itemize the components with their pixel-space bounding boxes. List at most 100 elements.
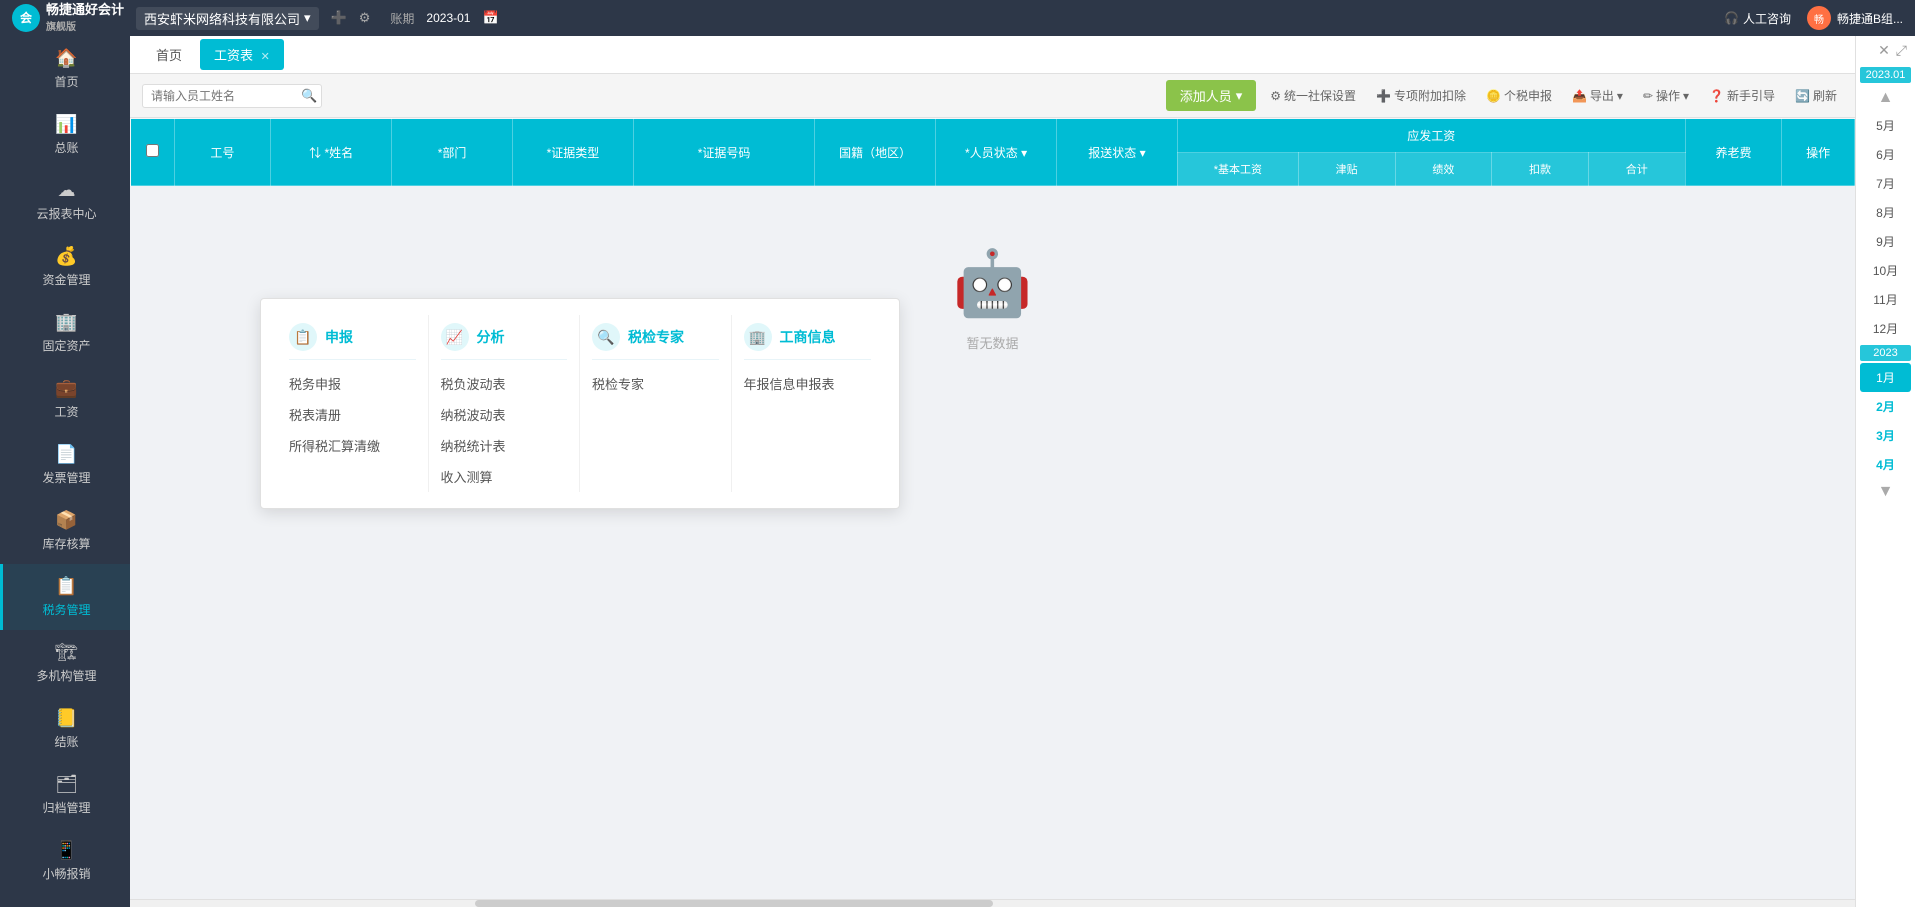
- user-avatar: 畅: [1807, 6, 1831, 30]
- app-logo: 会 畅捷通好会计 旗舰版: [12, 3, 124, 32]
- add-company-icon[interactable]: ➕: [331, 10, 347, 26]
- search-input[interactable]: [151, 89, 301, 103]
- settings-icon[interactable]: ⚙: [359, 10, 371, 26]
- tab-close-icon[interactable]: ✕: [261, 51, 270, 63]
- top-bar: 会 畅捷通好会计 旗舰版 西安虾米网络科技有限公司 ▾ ➕ ⚙ 账期 2023-…: [0, 0, 1915, 36]
- item-tax-expert[interactable]: 税检专家: [592, 368, 719, 399]
- guide-toolbar-icon: ❓: [1709, 89, 1724, 103]
- tab-home[interactable]: 首页: [142, 39, 196, 70]
- toolbar-guide[interactable]: ❓ 新手引导: [1703, 83, 1781, 108]
- th-id-type: *证据类型: [513, 119, 634, 186]
- toolbar-refresh[interactable]: 🔄 刷新: [1789, 83, 1843, 108]
- cal-month-1[interactable]: 1月: [1860, 363, 1911, 392]
- sidebar-item-tax[interactable]: 📋 税务管理: [0, 564, 130, 630]
- multi-icon: 🏗: [55, 642, 78, 663]
- app-name: 畅捷通好会计: [46, 3, 124, 17]
- calendar-prev[interactable]: ▲: [1856, 85, 1915, 111]
- sidebar-item-home[interactable]: 🏠 首页: [0, 36, 130, 102]
- salary-table: 工号 ⇅ *姓名 *部门 *证据类型 *证据号码 国籍（地区） *人员状态 ▾ …: [130, 118, 1855, 186]
- item-annual-report[interactable]: 年报信息申报表: [744, 368, 872, 399]
- item-income-tax-reconcile[interactable]: 所得税汇算清缴: [289, 430, 416, 461]
- export-chevron: ▾: [1617, 89, 1623, 103]
- salary-icon: 💼: [55, 378, 77, 399]
- tax-dropdown-menu: 📋 申报 税务申报 税表清册 所得税汇算清缴 📈 分析 税负波动表: [260, 298, 900, 509]
- no-data-text: 暂无数据: [966, 333, 1018, 352]
- cal-month-3[interactable]: 3月: [1856, 421, 1915, 450]
- sort-icon: ⇅: [309, 146, 321, 160]
- company-selector[interactable]: 西安虾米网络科技有限公司 ▾: [136, 7, 319, 30]
- business-title: 工商信息: [780, 327, 836, 347]
- add-person-button[interactable]: 添加人员 ▾: [1166, 80, 1257, 111]
- filter-send-icon[interactable]: ▾: [1140, 146, 1146, 160]
- th-checkbox[interactable]: [131, 119, 175, 186]
- period-value: 2023-01: [426, 11, 470, 25]
- cal-month-10[interactable]: 10月: [1856, 256, 1915, 285]
- sidebar-label-closing: 结账: [54, 733, 78, 750]
- th-region: 国籍（地区）: [815, 119, 936, 186]
- social-insurance-icon: ⚙: [1270, 89, 1281, 103]
- cal-month-12[interactable]: 12月: [1856, 314, 1915, 343]
- sidebar-label-inventory: 库存核算: [42, 535, 90, 552]
- calendar-current-year: 2023: [1860, 345, 1911, 361]
- calendar-icon[interactable]: 📅: [482, 10, 498, 26]
- cal-month-11[interactable]: 11月: [1856, 285, 1915, 314]
- th-total: 合计: [1588, 153, 1685, 186]
- toolbar-social-insurance[interactable]: ⚙ 统一社保设置: [1264, 83, 1362, 108]
- calendar-year-label: 2023.01: [1860, 67, 1911, 83]
- toolbar-special-deduct[interactable]: ➕ 专项附加扣除: [1370, 83, 1472, 108]
- th-perf: 绩效: [1395, 153, 1492, 186]
- sidebar-item-multi[interactable]: 🏗 多机构管理: [0, 630, 130, 696]
- support-button[interactable]: 🎧 人工咨询: [1724, 10, 1791, 27]
- tab-home-label: 首页: [156, 48, 182, 63]
- tab-salary-label: 工资表: [214, 48, 253, 63]
- cal-month-6[interactable]: 6月: [1856, 140, 1915, 169]
- toolbar-tax-declaration[interactable]: 🪙 个税申报: [1480, 83, 1558, 108]
- inventory-icon: 📦: [55, 510, 77, 531]
- item-tax-stat[interactable]: 纳税统计表: [441, 430, 568, 461]
- calendar-next[interactable]: ▼: [1856, 479, 1915, 505]
- dropdown-col-business: 🏢 工商信息 年报信息申报表: [732, 315, 884, 492]
- tab-salary[interactable]: 工资表 ✕: [200, 39, 284, 70]
- sidebar-item-salary[interactable]: 💼 工资: [0, 366, 130, 432]
- sidebar-item-closing[interactable]: 📒 结账: [0, 696, 130, 762]
- filter-icon[interactable]: ▾: [1021, 146, 1027, 160]
- sidebar-item-ledger[interactable]: 📊 总账: [0, 102, 130, 168]
- calendar-close[interactable]: ✕ ⤢: [1856, 36, 1915, 65]
- user-area[interactable]: 畅 畅捷通B组...: [1807, 6, 1903, 30]
- item-income-estimate[interactable]: 收入测算: [441, 461, 568, 492]
- invoice-icon: 📄: [55, 444, 77, 465]
- sidebar-item-inventory[interactable]: 📦 库存核算: [0, 498, 130, 564]
- operate-chevron: ▾: [1683, 89, 1689, 103]
- sidebar-item-funds[interactable]: 💰 资金管理: [0, 234, 130, 300]
- scrollbar-thumb[interactable]: [475, 900, 993, 907]
- toolbar-export[interactable]: 📤 导出 ▾: [1566, 83, 1629, 108]
- select-all-checkbox[interactable]: [146, 144, 159, 157]
- horizontal-scrollbar[interactable]: [130, 899, 1855, 907]
- expert-title: 税检专家: [628, 327, 684, 347]
- item-tax-burden-wave[interactable]: 税负波动表: [441, 368, 568, 399]
- cal-month-8[interactable]: 8月: [1856, 198, 1915, 227]
- toolbar-operate[interactable]: ✏ 操作 ▾: [1637, 83, 1695, 108]
- sidebar-item-archive[interactable]: 🗂 归档管理: [0, 762, 130, 828]
- th-person-status: *人员状态 ▾: [936, 119, 1057, 186]
- company-name: 西安虾米网络科技有限公司: [144, 9, 300, 28]
- cal-month-5[interactable]: 5月: [1856, 111, 1915, 140]
- cal-month-9[interactable]: 9月: [1856, 227, 1915, 256]
- add-person-dropdown-icon: ▾: [1236, 88, 1243, 104]
- analysis-header: 📈 分析: [441, 315, 568, 360]
- sidebar-item-cloud[interactable]: ☁ 云报表中心: [0, 168, 130, 234]
- sidebar-item-assets[interactable]: 🏢 固定资产: [0, 300, 130, 366]
- sidebar-item-invoice[interactable]: 📄 发票管理: [0, 432, 130, 498]
- item-tax-wave[interactable]: 纳税波动表: [441, 399, 568, 430]
- item-tax-table[interactable]: 税表清册: [289, 399, 416, 430]
- sidebar-item-settings[interactable]: ⚙ 基础设置: [0, 894, 130, 907]
- sidebar-item-expense[interactable]: 📱 小畅报销: [0, 828, 130, 894]
- analysis-icon: 📈: [441, 323, 469, 351]
- cal-month-2[interactable]: 2月: [1856, 392, 1915, 421]
- th-subsidy: 津贴: [1298, 153, 1395, 186]
- cal-month-4[interactable]: 4月: [1856, 450, 1915, 479]
- cal-month-7[interactable]: 7月: [1856, 169, 1915, 198]
- item-tax-declaration[interactable]: 税务申报: [289, 368, 416, 399]
- th-deduct: 扣款: [1492, 153, 1589, 186]
- declaration-title: 申报: [325, 327, 353, 347]
